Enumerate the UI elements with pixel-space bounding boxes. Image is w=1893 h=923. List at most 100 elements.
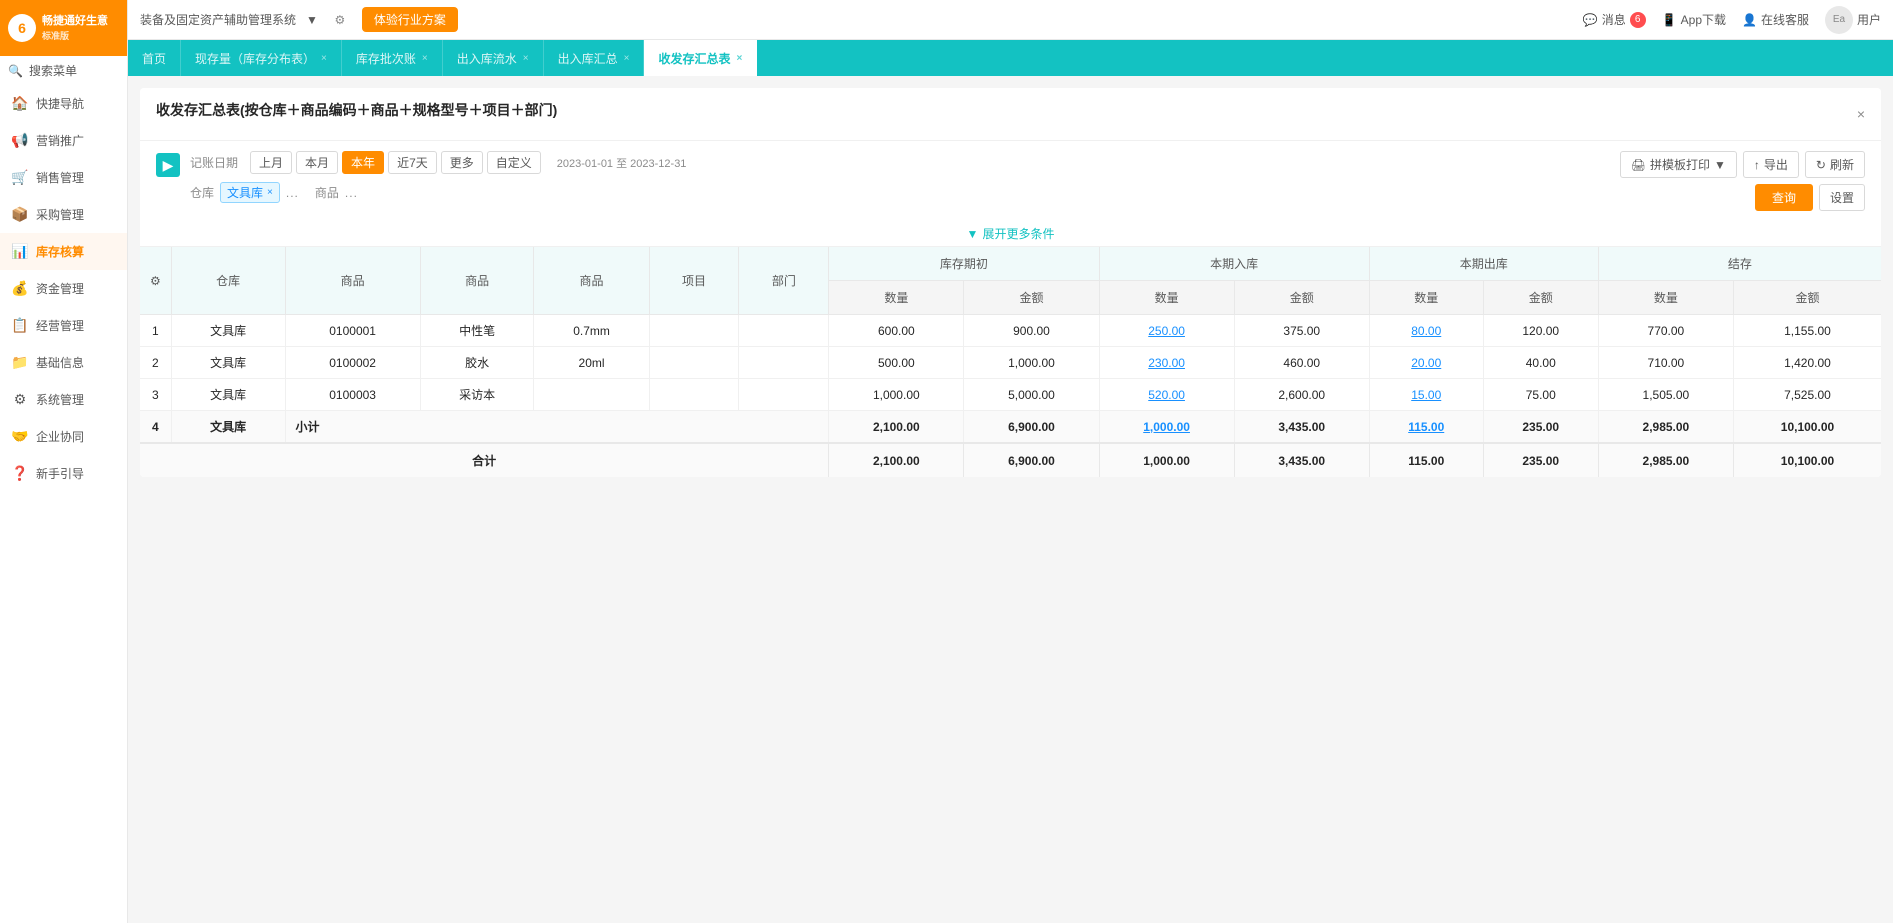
export-button[interactable]: ↑ 导出	[1743, 151, 1799, 178]
date-btn-custom[interactable]: 自定义	[487, 151, 541, 174]
row2-goods-name: 胶水	[420, 347, 534, 379]
sidebar-item-collab[interactable]: 🤝 企业协同	[0, 418, 127, 455]
sidebar-item-inventory[interactable]: 📊 库存核算	[0, 233, 127, 270]
tab-receive-send-summary-close[interactable]: ×	[736, 53, 742, 64]
date-range-display: 2023-01-01 至 2023-12-31	[557, 155, 687, 171]
sidebar-item-marketing[interactable]: 📢 营销推广	[0, 122, 127, 159]
tab-batch-account-close[interactable]: ×	[422, 53, 428, 64]
tab-inout-flow-close[interactable]: ×	[523, 53, 529, 64]
system-selector[interactable]: ▼	[306, 13, 318, 27]
th-settings[interactable]: ⚙	[140, 247, 171, 315]
tab-stock-distribution[interactable]: 现存量（库存分布表） ×	[181, 40, 342, 76]
print-button[interactable]: 🖨 拼模板打印 ▼	[1620, 151, 1737, 178]
app-download-button[interactable]: 📱 App下载	[1662, 11, 1726, 28]
marketing-icon: 📢	[12, 133, 28, 149]
row2-project	[649, 347, 739, 379]
row2-closing-qty: 710.00	[1598, 347, 1733, 379]
th-dept: 部门	[739, 247, 829, 315]
sidebar-item-finance-label: 资金管理	[36, 280, 84, 297]
warehouse-tag[interactable]: 文具库 ×	[220, 182, 280, 203]
sidebar-item-basic-info[interactable]: 📁 基础信息	[0, 344, 127, 381]
th-closing-amt: 金额	[1733, 281, 1881, 315]
date-btn-last-month[interactable]: 上月	[250, 151, 292, 174]
query-button[interactable]: 查询	[1755, 184, 1813, 211]
message-button[interactable]: 💬 消息 6	[1583, 11, 1646, 28]
date-btn-this-year[interactable]: 本年	[342, 151, 384, 174]
total-row: 合计 2,100.00 6,900.00 1,000.00 3,435.00 1…	[140, 443, 1881, 477]
row3-out-qty[interactable]: 15.00	[1369, 379, 1483, 411]
sidebar-item-marketing-label: 营销推广	[36, 132, 84, 149]
page-close-btn[interactable]: ×	[1857, 106, 1865, 122]
subtotal-out-amt: 235.00	[1483, 411, 1598, 444]
sidebar-item-finance[interactable]: 💰 资金管理	[0, 270, 127, 307]
purchase-icon: 📦	[12, 207, 28, 223]
tab-receive-send-summary[interactable]: 收发存汇总表 ×	[644, 40, 757, 76]
th-goods-spec: 商品	[534, 247, 649, 315]
th-closing-group: 结存	[1598, 247, 1881, 281]
refresh-icon: ↻	[1816, 158, 1826, 172]
sidebar-item-sales[interactable]: 🛒 销售管理	[0, 159, 127, 196]
online-service-button[interactable]: 👤 在线客服	[1742, 11, 1809, 28]
tab-batch-account[interactable]: 库存批次账 ×	[342, 40, 443, 76]
tab-inout-flow[interactable]: 出入库流水 ×	[443, 40, 544, 76]
filter-toggle-button[interactable]: ▶	[156, 153, 180, 177]
row3-goods-name: 采访本	[420, 379, 534, 411]
app-download-label: App下载	[1681, 11, 1726, 28]
tab-inout-summary-close[interactable]: ×	[624, 53, 630, 64]
app-logo-icon: 6	[8, 14, 36, 42]
refresh-button[interactable]: ↻ 刷新	[1805, 151, 1865, 178]
total-opening-amt: 6,900.00	[964, 443, 1099, 477]
message-badge: 6	[1630, 12, 1646, 28]
tab-stock-distribution-close[interactable]: ×	[321, 53, 327, 64]
subtotal-out-qty[interactable]: 115.00	[1369, 411, 1483, 444]
row2-out-qty[interactable]: 20.00	[1369, 347, 1483, 379]
expand-conditions-button[interactable]: ▼ 展开更多条件	[967, 225, 1055, 242]
sidebar-item-operations[interactable]: 📋 经营管理	[0, 307, 127, 344]
user-menu[interactable]: Ea 用户	[1825, 6, 1881, 34]
warehouse-filter: 仓库 文具库 × ...	[190, 182, 299, 203]
row2-opening-qty: 500.00	[829, 347, 964, 379]
total-closing-amt: 10,100.00	[1733, 443, 1881, 477]
sidebar-item-guide[interactable]: ❓ 新手引导	[0, 455, 127, 492]
date-btn-more[interactable]: 更多	[441, 151, 483, 174]
warehouse-tag-text: 文具库	[227, 184, 263, 201]
date-btn-this-month[interactable]: 本月	[296, 151, 338, 174]
sidebar-item-basic-info-label: 基础信息	[36, 354, 84, 371]
chevron-down-icon: ▼	[306, 13, 318, 27]
subtotal-closing-amt: 10,100.00	[1733, 411, 1881, 444]
row3-closing-qty: 1,505.00	[1598, 379, 1733, 411]
tab-home[interactable]: 首页	[128, 40, 181, 76]
subtotal-closing-qty: 2,985.00	[1598, 411, 1733, 444]
th-goods-code: 商品	[285, 247, 420, 315]
warehouse-tag-close[interactable]: ×	[267, 187, 273, 198]
date-btn-7days[interactable]: 近7天	[388, 151, 437, 174]
row2-goods-spec: 20ml	[534, 347, 649, 379]
row3-goods-code: 0100003	[285, 379, 420, 411]
row1-opening-amt: 900.00	[964, 315, 1099, 347]
row1-project	[649, 315, 739, 347]
tab-inout-summary[interactable]: 出入库汇总 ×	[544, 40, 645, 76]
row2-goods-code: 0100002	[285, 347, 420, 379]
trial-button[interactable]: 体验行业方案	[362, 7, 458, 32]
sidebar-item-search[interactable]: 🔍 搜索菜单	[0, 56, 127, 85]
table-settings-button[interactable]: 设置	[1819, 184, 1865, 211]
print-icon: 🖨	[1631, 158, 1646, 172]
th-opening-amt: 金额	[964, 281, 1099, 315]
sidebar-item-system[interactable]: ⚙ 系统管理	[0, 381, 127, 418]
row3-in-qty[interactable]: 520.00	[1099, 379, 1234, 411]
row1-in-qty[interactable]: 250.00	[1099, 315, 1234, 347]
expand-icon: ▼	[967, 227, 979, 241]
row1-out-qty[interactable]: 80.00	[1369, 315, 1483, 347]
subtotal-in-amt: 3,435.00	[1234, 411, 1369, 444]
goods-more-icon[interactable]: ...	[345, 186, 358, 200]
row3-dept	[739, 379, 829, 411]
row2-out-amt: 40.00	[1483, 347, 1598, 379]
subtotal-in-qty[interactable]: 1,000.00	[1099, 411, 1234, 444]
sidebar-item-purchase[interactable]: 📦 采购管理	[0, 196, 127, 233]
filter-section: ▶ 记账日期 上月 本月 本年 近7天 更多 自定义 2023-01-01 至 …	[140, 141, 1881, 221]
sidebar-item-quick-nav[interactable]: 🏠 快捷导航	[0, 85, 127, 122]
row2-in-qty[interactable]: 230.00	[1099, 347, 1234, 379]
online-service-label: 在线客服	[1761, 11, 1809, 28]
settings-icon[interactable]: ⚙	[328, 8, 352, 32]
warehouse-more-icon[interactable]: ...	[286, 186, 299, 200]
